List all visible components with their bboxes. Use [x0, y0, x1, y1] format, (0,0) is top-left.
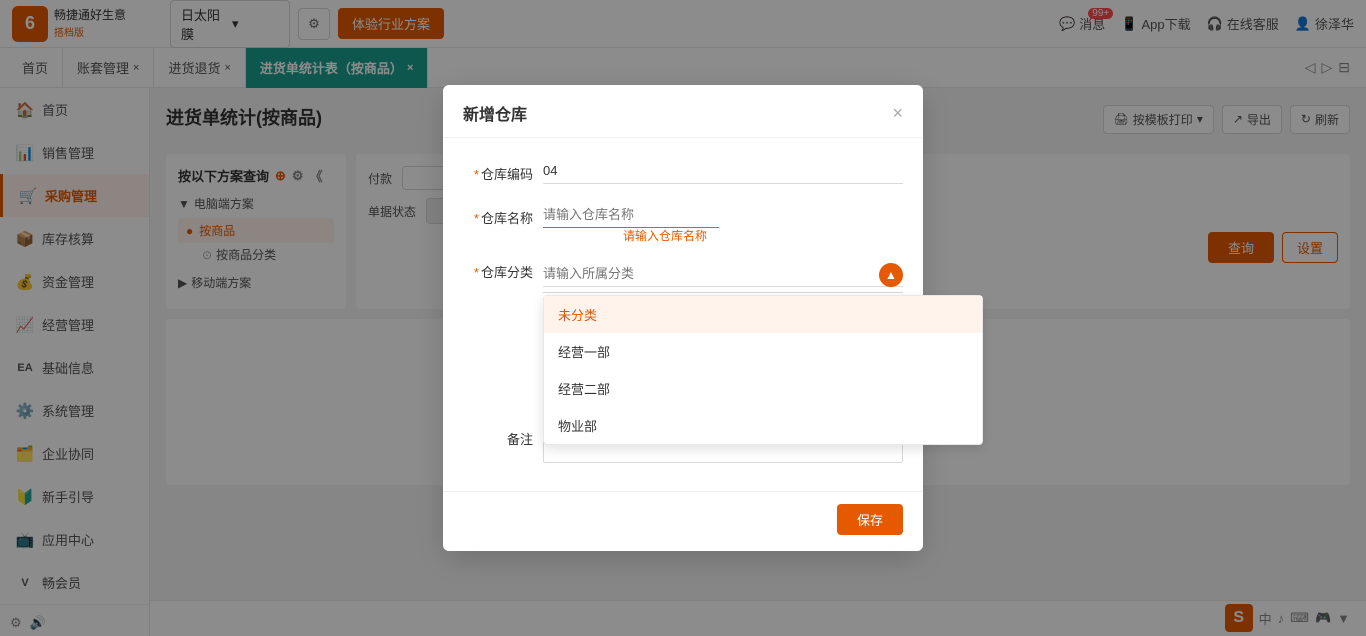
category-text-input[interactable] — [543, 261, 903, 287]
category-select-input[interactable]: ▲ — [543, 256, 903, 293]
dropdown-item-property[interactable]: 物业部 — [544, 407, 982, 444]
dropdown-item-dept1[interactable]: 经营一部 — [544, 333, 982, 370]
modal-overlay: 新增仓库 × 仓库编码 仓库名称 请输入仓库名称 仓库分类 — [0, 0, 1366, 636]
dropdown-item-uncategorized[interactable]: 未分类 — [544, 296, 982, 333]
category-label: 仓库分类 — [463, 256, 543, 281]
warehouse-name-input[interactable] — [543, 202, 719, 228]
warehouse-name-row: 仓库名称 请输入仓库名称 — [463, 202, 903, 228]
category-dropdown-list: 未分类 经营一部 经营二部 物业部 — [543, 295, 983, 445]
modal-close-button[interactable]: × — [892, 103, 903, 124]
add-warehouse-modal: 新增仓库 × 仓库编码 仓库名称 请输入仓库名称 仓库分类 — [443, 85, 923, 551]
category-select-container: ▲ 未分类 经营一部 经营二部 物业部 — [543, 256, 903, 293]
warehouse-code-input[interactable] — [543, 158, 903, 184]
save-button[interactable]: 保存 — [837, 504, 903, 535]
modal-body: 仓库编码 仓库名称 请输入仓库名称 仓库分类 ▲ — [443, 138, 923, 491]
modal-footer: 保存 — [443, 491, 923, 551]
name-error-message: 请输入仓库名称 — [623, 227, 707, 244]
note-label: 备注 — [463, 423, 543, 448]
code-label: 仓库编码 — [463, 158, 543, 183]
warehouse-category-row: 仓库分类 ▲ 未分类 经营一部 经营二部 物业部 — [463, 256, 903, 293]
dropdown-item-dept2[interactable]: 经营二部 — [544, 370, 982, 407]
modal-title: 新增仓库 — [463, 101, 527, 125]
warehouse-code-row: 仓库编码 — [463, 158, 903, 184]
name-label: 仓库名称 — [463, 202, 543, 227]
modal-header: 新增仓库 × — [443, 85, 923, 138]
category-dropdown-toggle[interactable]: ▲ — [879, 263, 903, 287]
